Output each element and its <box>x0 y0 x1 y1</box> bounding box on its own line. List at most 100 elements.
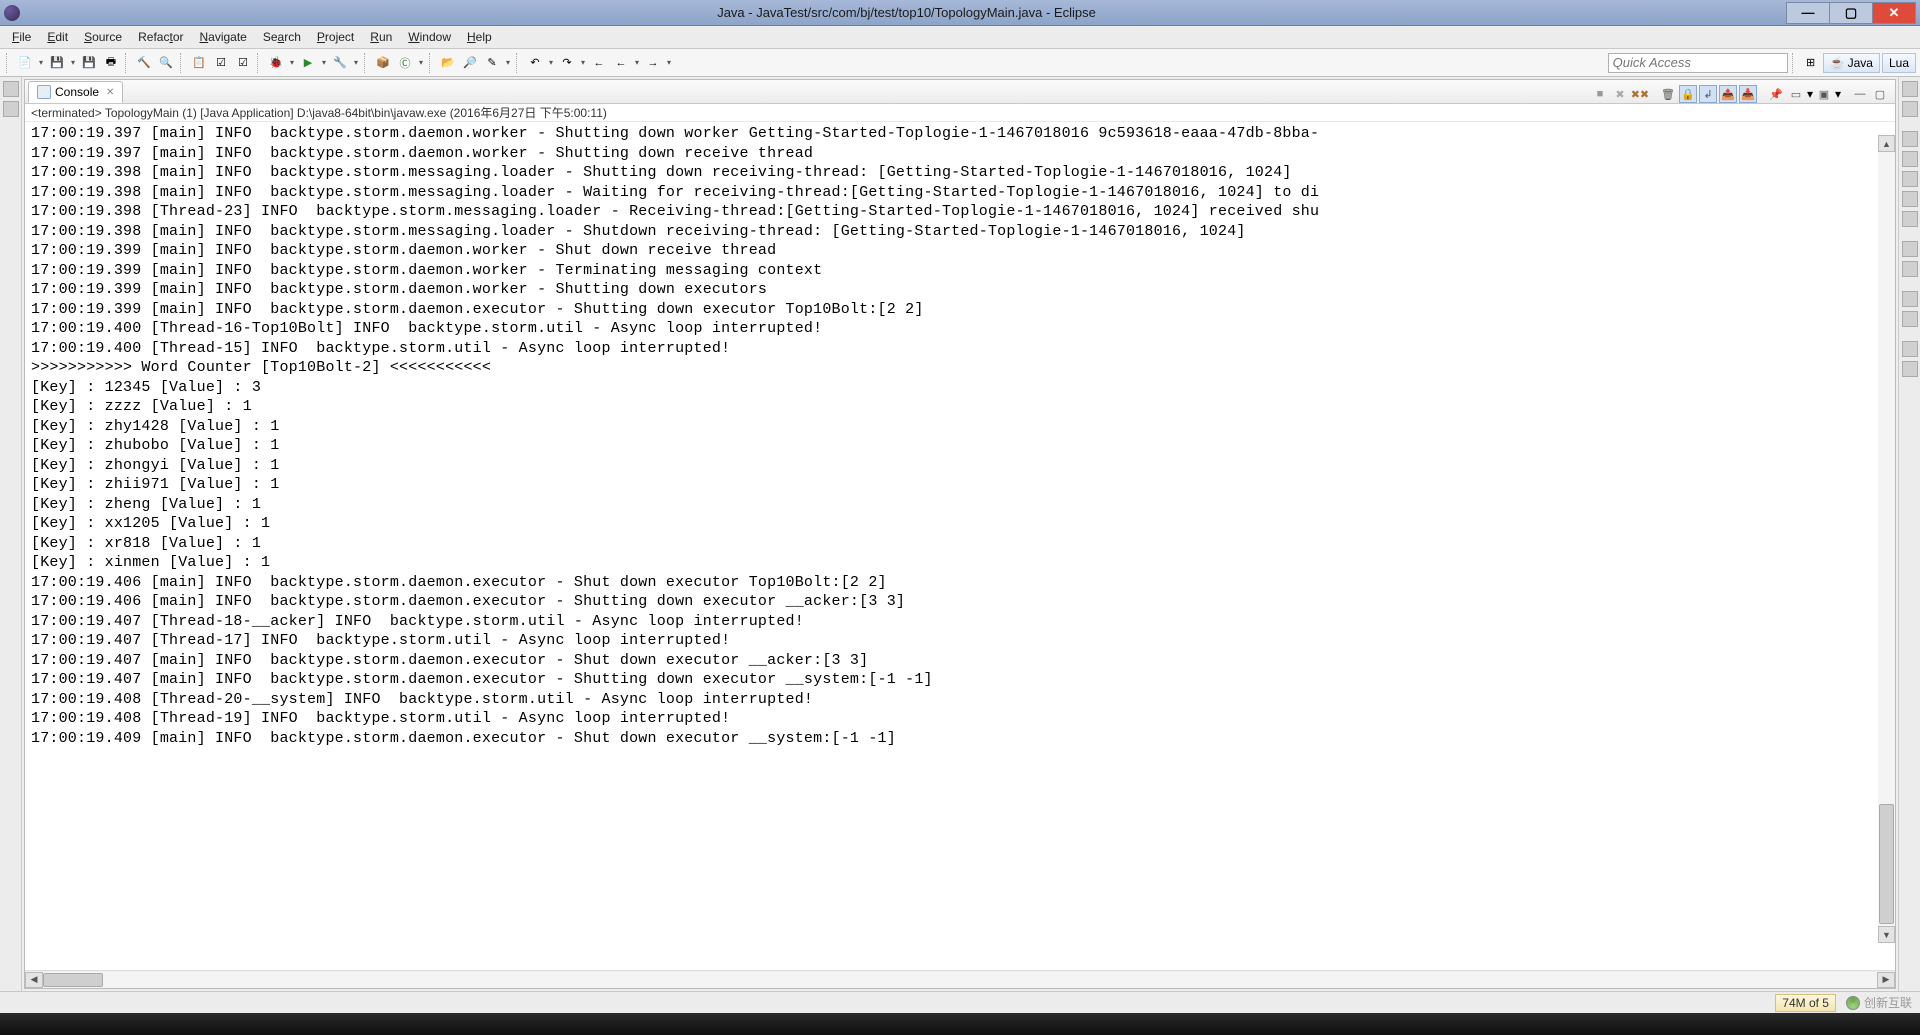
close-button[interactable]: ✕ <box>1872 2 1916 24</box>
run-last-button[interactable]: 🔧 <box>330 53 350 73</box>
debug-dropdown[interactable]: ▾ <box>288 53 296 73</box>
main-toolbar: 📄▾ 💾▾ 💾 🖶 🔨 🔍 📋 ☑ ☑ 🐞▾ ▶▾ 🔧▾ 📦 Ⓒ▾ 📂 🔎 ✎▾… <box>0 49 1920 77</box>
left-trim-bar <box>0 77 22 991</box>
remove-launch-button[interactable]: ✖ <box>1611 85 1629 103</box>
minimize-view-button[interactable]: — <box>1851 85 1869 103</box>
trim-icon-10[interactable] <box>1902 291 1918 307</box>
trim-icon-9[interactable] <box>1902 261 1918 277</box>
trim-icon-8[interactable] <box>1902 241 1918 257</box>
vscroll-thumb[interactable] <box>1879 804 1894 924</box>
trim-icon-2[interactable] <box>1902 101 1918 117</box>
new-package-button[interactable]: 📦 <box>373 53 393 73</box>
debug-button[interactable]: 🐞 <box>266 53 286 73</box>
menu-source[interactable]: Source <box>76 27 130 47</box>
new-button[interactable]: 📄 <box>15 53 35 73</box>
print-button[interactable]: 🖶 <box>101 53 121 73</box>
workbench: Console ✕ ■ ✖ ✖✖ 🗑 🔒 ↲ 📤 📥 📌 ▭▾ ▣▾ — ▢ <box>0 77 1920 991</box>
show-on-err-button[interactable]: 📥 <box>1739 85 1757 103</box>
run-dropdown[interactable]: ▾ <box>320 53 328 73</box>
console-output[interactable]: 17:00:19.397 [main] INFO backtype.storm.… <box>25 122 1895 970</box>
annotation-dropdown[interactable]: ▾ <box>504 53 512 73</box>
right-trim-bar <box>1898 77 1920 991</box>
clear-console-button[interactable]: 🗑 <box>1659 85 1677 103</box>
maximize-button[interactable]: ▢ <box>1829 2 1873 24</box>
nav-fwd-drop[interactable]: ↷ <box>557 53 577 73</box>
quick-access-input[interactable] <box>1608 53 1788 73</box>
word-wrap-button[interactable]: ↲ <box>1699 85 1717 103</box>
perspective-lua[interactable]: Lua <box>1882 53 1916 73</box>
terminate-button[interactable]: ■ <box>1591 85 1609 103</box>
new-class-dropdown[interactable]: ▾ <box>417 53 425 73</box>
scroll-up-arrow[interactable]: ▲ <box>1878 135 1895 152</box>
minimized-view-icon[interactable] <box>3 101 19 117</box>
display-selected-button[interactable]: ▭ <box>1787 85 1805 103</box>
trim-icon-12[interactable] <box>1902 341 1918 357</box>
menu-edit[interactable]: Edit <box>39 27 76 47</box>
scroll-left-arrow[interactable]: ◀ <box>25 972 43 988</box>
trim-icon-4[interactable] <box>1902 151 1918 167</box>
menu-window[interactable]: Window <box>400 27 459 47</box>
minimize-button[interactable]: — <box>1786 2 1830 24</box>
trim-icon-13[interactable] <box>1902 361 1918 377</box>
close-tab-icon[interactable]: ✕ <box>106 87 114 98</box>
trim-icon-11[interactable] <box>1902 311 1918 327</box>
heap-status[interactable]: 74M of 5 <box>1775 994 1836 1012</box>
save-all-button[interactable]: 💾 <box>79 53 99 73</box>
perspective-java[interactable]: ☕Java <box>1823 53 1880 73</box>
window-title: Java - JavaTest/src/com/bj/test/top10/To… <box>26 5 1787 20</box>
run-button[interactable]: ▶ <box>298 53 318 73</box>
open-type-button[interactable]: 🔍 <box>156 53 176 73</box>
os-taskbar[interactable] <box>0 1013 1920 1035</box>
title-bar: Java - JavaTest/src/com/bj/test/top10/To… <box>0 0 1920 26</box>
scroll-right-arrow[interactable]: ▶ <box>1877 972 1895 988</box>
save-dropdown[interactable]: ▾ <box>69 53 77 73</box>
menu-run[interactable]: Run <box>362 27 400 47</box>
console-process-label: <terminated> TopologyMain (1) [Java Appl… <box>25 104 1895 122</box>
maximize-view-button[interactable]: ▢ <box>1871 85 1889 103</box>
pin-console-button[interactable]: 📌 <box>1767 85 1785 103</box>
trim-icon-3[interactable] <box>1902 131 1918 147</box>
forward-button[interactable]: → <box>643 53 663 73</box>
eclipse-icon <box>4 5 20 21</box>
open-console-button[interactable]: ▣ <box>1815 85 1833 103</box>
menu-file[interactable]: File <box>4 27 39 47</box>
run-last-dropdown[interactable]: ▾ <box>352 53 360 73</box>
console-tab[interactable]: Console ✕ <box>28 81 123 103</box>
build-button[interactable]: 🔨 <box>134 53 154 73</box>
search-button[interactable]: 🔎 <box>460 53 480 73</box>
toggle-button[interactable]: ☑ <box>211 53 231 73</box>
view-tab-bar: Console ✕ ■ ✖ ✖✖ 🗑 🔒 ↲ 📤 📥 📌 ▭▾ ▣▾ — ▢ <box>25 80 1895 104</box>
remove-all-button[interactable]: ✖✖ <box>1631 85 1649 103</box>
last-edit-button[interactable]: ← <box>589 53 609 73</box>
menu-navigate[interactable]: Navigate <box>191 27 254 47</box>
brand-logo-icon <box>1846 996 1860 1010</box>
menu-refactor[interactable]: Refactor <box>130 27 191 47</box>
horizontal-scrollbar[interactable]: ◀ ▶ <box>25 970 1895 988</box>
hscroll-thumb[interactable] <box>43 973 103 987</box>
annotation-button[interactable]: ✎ <box>482 53 502 73</box>
trim-icon-6[interactable] <box>1902 191 1918 207</box>
scroll-down-arrow[interactable]: ▼ <box>1878 926 1895 943</box>
trim-icon-5[interactable] <box>1902 171 1918 187</box>
menu-project[interactable]: Project <box>309 27 362 47</box>
scroll-lock-button[interactable]: 🔒 <box>1679 85 1697 103</box>
new-class-button[interactable]: Ⓒ <box>395 53 415 73</box>
save-button[interactable]: 💾 <box>47 53 67 73</box>
console-icon <box>37 85 51 99</box>
console-tab-label: Console <box>55 85 99 99</box>
open-perspective-button[interactable]: ⊞ <box>1801 53 1821 73</box>
menu-search[interactable]: Search <box>255 27 309 47</box>
trim-icon-1[interactable] <box>1902 81 1918 97</box>
restore-view-icon[interactable] <box>3 81 19 97</box>
new-dropdown[interactable]: ▾ <box>37 53 45 73</box>
nav-back-drop[interactable]: ↶ <box>525 53 545 73</box>
vertical-scrollbar[interactable]: ▲ ▼ <box>1878 135 1895 943</box>
back-button[interactable]: ← <box>611 53 631 73</box>
open-task-button[interactable]: 📂 <box>438 53 458 73</box>
menu-bar: File Edit Source Refactor Navigate Searc… <box>0 26 1920 49</box>
toggle2-button[interactable]: ☑ <box>233 53 253 73</box>
paste-button[interactable]: 📋 <box>189 53 209 73</box>
show-on-out-button[interactable]: 📤 <box>1719 85 1737 103</box>
menu-help[interactable]: Help <box>459 27 500 47</box>
trim-icon-7[interactable] <box>1902 211 1918 227</box>
